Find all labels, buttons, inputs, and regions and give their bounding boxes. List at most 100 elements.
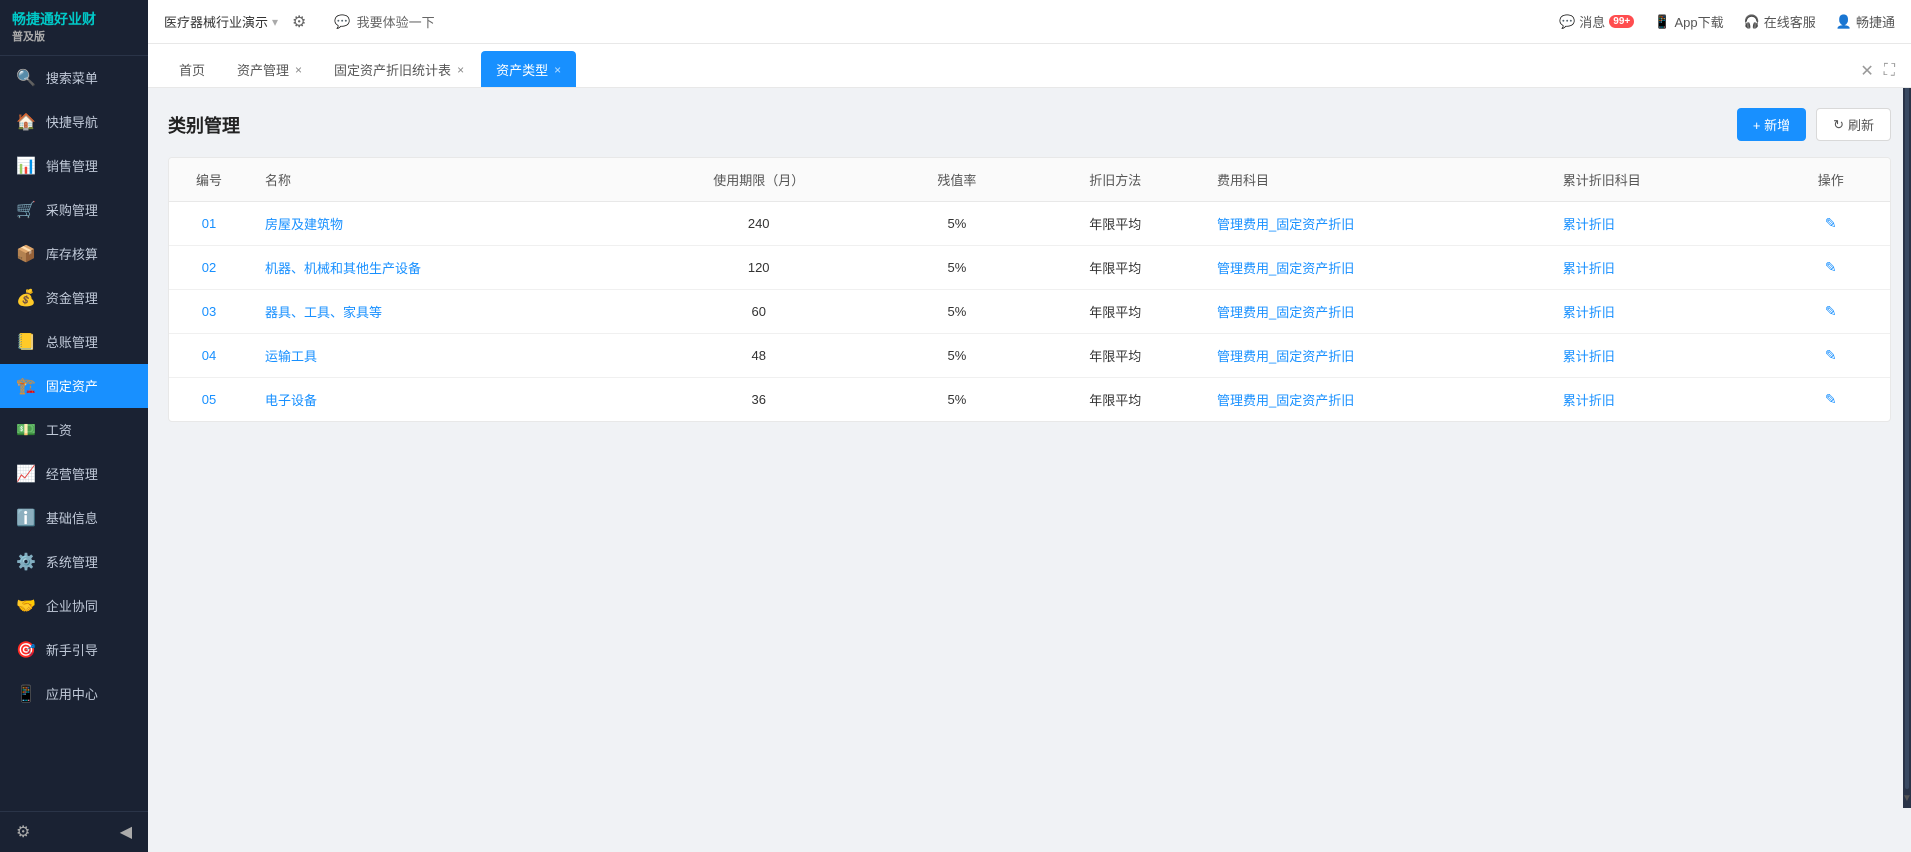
edit-icon[interactable]: ✎ [1825, 259, 1837, 275]
sidebar-item-app-center[interactable]: 📱应用中心 [0, 672, 148, 716]
col-expense: 费用科目 [1201, 158, 1547, 202]
col-method: 折旧方法 [1029, 158, 1201, 202]
messages-button[interactable]: 💬 消息 99+ [1559, 12, 1634, 31]
sidebar-label-purchase: 采购管理 [46, 200, 98, 219]
app-download-button[interactable]: 📱 App下载 [1654, 12, 1723, 31]
tab-asset-type-close[interactable]: × [554, 63, 561, 77]
sidebar-item-payroll[interactable]: 💵工资 [0, 408, 148, 452]
tab-expand-icon[interactable]: ⛶ [1884, 62, 1895, 80]
sidebar-icon-sales: 📊 [16, 156, 36, 176]
cell-expense: 管理费用_固定资产折旧 [1201, 334, 1547, 378]
page-title: 类别管理 [168, 112, 240, 138]
edit-icon[interactable]: ✎ [1825, 347, 1837, 363]
trial-button[interactable]: 💬 我要体验一下 [334, 12, 434, 31]
tab-depreciation-stats[interactable]: 固定资产折旧统计表 × [319, 51, 479, 87]
tab-asset-type-label: 资产类型 [496, 60, 548, 79]
sidebar-icon-guide: 🎯 [16, 640, 36, 660]
sidebar-icon-collab: 🤝 [16, 596, 36, 616]
cell-residual: 5% [884, 290, 1029, 334]
cell-period: 48 [633, 334, 884, 378]
refresh-icon: ↻ [1833, 117, 1844, 133]
sidebar-label-operations: 经营管理 [46, 464, 98, 483]
sidebar-item-basic-info[interactable]: ℹ️基础信息 [0, 496, 148, 540]
app-download-icon: 📱 [1654, 14, 1670, 30]
sidebar-icon-capital: 💰 [16, 288, 36, 308]
category-table: 编号 名称 使用期限（月） 残值率 折旧方法 费用科目 累计折旧科目 操作 01… [168, 157, 1891, 422]
tab-depreciation-stats-label: 固定资产折旧统计表 [334, 60, 451, 79]
tab-asset-management[interactable]: 资产管理 × [222, 51, 317, 87]
page-actions: + 新增 ↻ 刷新 [1737, 108, 1891, 141]
table-row: 03 器具、工具、家具等 60 5% 年限平均 管理费用_固定资产折旧 累计折旧… [169, 290, 1890, 334]
sidebar-item-inventory[interactable]: 📦库存核算 [0, 232, 148, 276]
cell-residual: 5% [884, 202, 1029, 246]
col-accumulated: 累计折旧科目 [1547, 158, 1772, 202]
refresh-button[interactable]: ↻ 刷新 [1816, 108, 1891, 141]
sidebar-label-fixed-assets: 固定资产 [46, 376, 98, 395]
topbar-gear-icon[interactable]: ⚙ [292, 12, 306, 32]
cell-method: 年限平均 [1029, 246, 1201, 290]
settings-icon[interactable]: ⚙ [16, 822, 30, 842]
tab-asset-type[interactable]: 资产类型 × [481, 51, 576, 87]
cell-id: 05 [169, 378, 249, 422]
sidebar-item-system[interactable]: ⚙️系统管理 [0, 540, 148, 584]
cell-expense: 管理费用_固定资产折旧 [1201, 290, 1547, 334]
edit-icon[interactable]: ✎ [1825, 215, 1837, 231]
cell-actions: ✎ [1771, 290, 1890, 334]
cell-method: 年限平均 [1029, 378, 1201, 422]
sidebar-icon-ledger: 📒 [16, 332, 36, 352]
sidebar-item-search[interactable]: 🔍搜索菜单 [0, 56, 148, 100]
tabbar-actions: ✕ ⛶ [1860, 61, 1895, 87]
collapse-icon[interactable]: ◀ [120, 822, 132, 842]
cell-accumulated: 累计折旧 [1547, 290, 1772, 334]
sidebar-icon-system: ⚙️ [16, 552, 36, 572]
sidebar-icon-basic-info: ℹ️ [16, 508, 36, 528]
table-body: 01 房屋及建筑物 240 5% 年限平均 管理费用_固定资产折旧 累计折旧 ✎… [169, 202, 1890, 422]
tab-home[interactable]: 首页 [164, 51, 220, 87]
sidebar-item-sales[interactable]: 📊销售管理 [0, 144, 148, 188]
cell-id: 02 [169, 246, 249, 290]
sidebar-item-fixed-assets[interactable]: 🏗️固定资产 [0, 364, 148, 408]
table-header: 编号 名称 使用期限（月） 残值率 折旧方法 费用科目 累计折旧科目 操作 [169, 158, 1890, 202]
sidebar-item-quick-nav[interactable]: 🏠快捷导航 [0, 100, 148, 144]
online-service-button[interactable]: 🎧 在线客服 [1744, 12, 1816, 31]
cell-method: 年限平均 [1029, 290, 1201, 334]
topbar-left: 医疗器械行业演示 ▾ ⚙ 💬 我要体验一下 [164, 12, 435, 32]
sidebar-nav: 🔍搜索菜单🏠快捷导航📊销售管理 🛒 采购管理 📦库存核算 💰 资金管理 📒总账管理🏗️固定资… [0, 56, 148, 811]
sidebar-item-collab[interactable]: 🤝 企业协同 [0, 584, 148, 628]
sidebar-item-ledger[interactable]: 📒总账管理 [0, 320, 148, 364]
sidebar-label-collab: 企业协同 [46, 596, 98, 615]
new-button[interactable]: + 新增 [1737, 108, 1806, 141]
tab-asset-management-label: 资产管理 [237, 60, 289, 79]
cell-name: 房屋及建筑物 [249, 202, 633, 246]
sidebar-item-capital[interactable]: 💰 资金管理 [0, 276, 148, 320]
cell-period: 240 [633, 202, 884, 246]
table-row: 02 机器、机械和其他生产设备 120 5% 年限平均 管理费用_固定资产折旧 … [169, 246, 1890, 290]
module-selector[interactable]: 医疗器械行业演示 ▾ [164, 12, 278, 31]
cell-accumulated: 累计折旧 [1547, 334, 1772, 378]
edit-icon[interactable]: ✎ [1825, 303, 1837, 319]
topbar: 医疗器械行业演示 ▾ ⚙ 💬 我要体验一下 💬 消息 99+ 📱 App下载 🎧… [148, 0, 1911, 44]
tab-asset-management-close[interactable]: × [295, 63, 302, 77]
col-name: 名称 [249, 158, 633, 202]
sidebar-label-capital: 资金管理 [46, 288, 98, 307]
sidebar-logo: 畅捷通好业财 普及版 [0, 0, 148, 56]
table-row: 04 运输工具 48 5% 年限平均 管理费用_固定资产折旧 累计折旧 ✎ [169, 334, 1890, 378]
sidebar-item-guide[interactable]: 🎯新手引导 [0, 628, 148, 672]
page-header: 类别管理 + 新增 ↻ 刷新 [168, 108, 1891, 141]
sidebar-item-purchase[interactable]: 🛒 采购管理 [0, 188, 148, 232]
topbar-right: 💬 消息 99+ 📱 App下载 🎧 在线客服 👤 畅捷通 [1559, 12, 1895, 31]
user-menu[interactable]: 👤 畅捷通 [1836, 12, 1895, 31]
cell-expense: 管理费用_固定资产折旧 [1201, 202, 1547, 246]
cell-accumulated: 累计折旧 [1547, 246, 1772, 290]
cell-period: 120 [633, 246, 884, 290]
messages-label: 消息 [1579, 12, 1605, 31]
trial-label: 我要体验一下 [357, 12, 435, 31]
tab-depreciation-stats-close[interactable]: × [457, 63, 464, 77]
edit-icon[interactable]: ✎ [1825, 391, 1837, 407]
tab-close-all-icon[interactable]: ✕ [1860, 61, 1873, 81]
sidebar-icon-search: 🔍 [16, 68, 36, 88]
sidebar-icon-purchase: 🛒 [16, 200, 36, 220]
sidebar-label-quick-nav: 快捷导航 [46, 112, 98, 131]
logo-title: 畅捷通好业财 [12, 10, 136, 30]
sidebar-item-operations[interactable]: 📈经营管理 [0, 452, 148, 496]
